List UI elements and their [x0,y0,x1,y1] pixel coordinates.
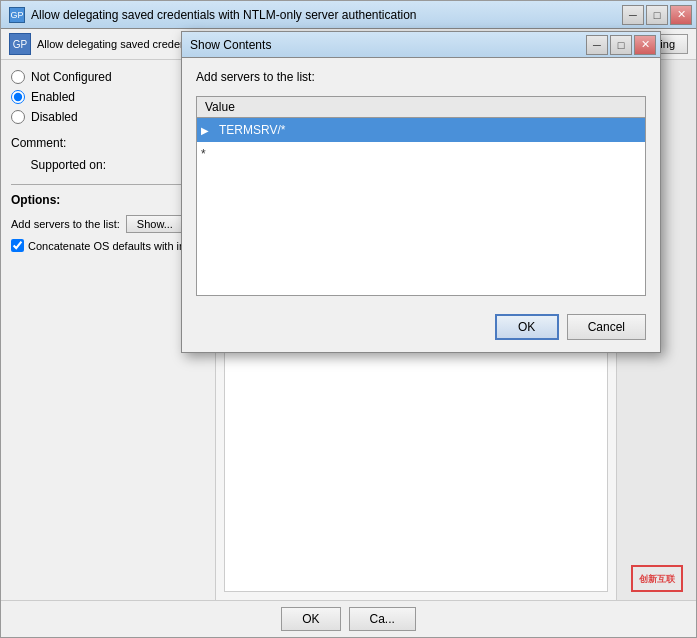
dialog-minimize-button[interactable]: ─ [586,35,608,55]
dialog-title-bar: Show Contents ─ □ ✕ [182,32,660,58]
dialog-title: Show Contents [190,38,271,52]
show-contents-dialog: Show Contents ─ □ ✕ Add servers to the l… [181,31,661,353]
dialog-ok-button[interactable]: OK [495,314,559,340]
dialog-maximize-button[interactable]: □ [610,35,632,55]
dialog-overlay: Show Contents ─ □ ✕ Add servers to the l… [1,1,696,637]
dialog-close-button[interactable]: ✕ [634,35,656,55]
list-container[interactable]: Value ▶ TERMSRV/* * [196,96,646,296]
dialog-buttons: OK Cancel [182,308,660,352]
dialog-body: Add servers to the list: Value ▶ TERMSRV… [182,58,660,308]
list-header: Value [197,97,645,118]
dialog-cancel-button[interactable]: Cancel [567,314,646,340]
row-star-icon: * [201,147,215,161]
list-row[interactable]: * [197,142,645,166]
row-arrow-icon: ▶ [201,125,215,136]
dialog-instructions: Add servers to the list: [196,70,646,84]
dialog-title-controls: ─ □ ✕ [586,35,656,55]
list-row-value: TERMSRV/* [219,123,641,137]
list-row[interactable]: ▶ TERMSRV/* [197,118,645,142]
main-window: GP Allow delegating saved credentials wi… [0,0,697,638]
